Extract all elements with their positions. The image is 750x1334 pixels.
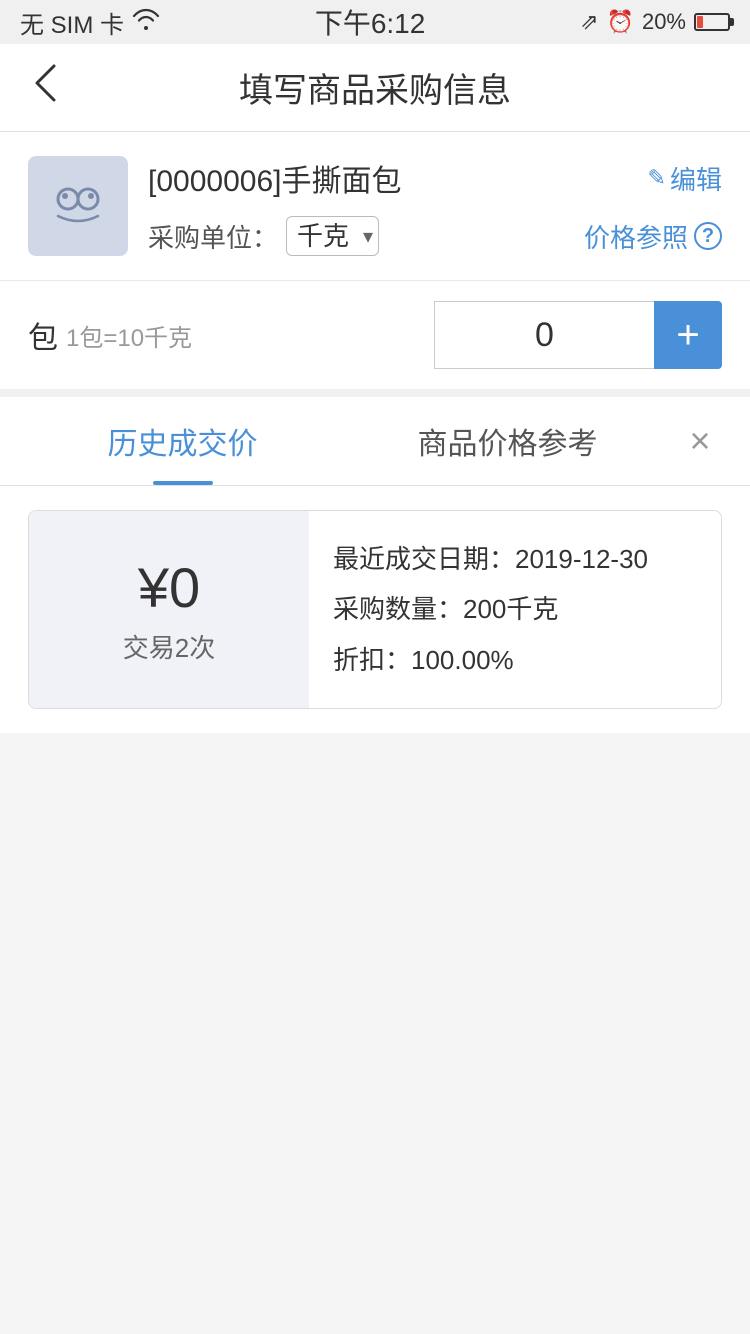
date-label: 最近成交日期：: [333, 544, 515, 574]
quantity-plus-button[interactable]: +: [654, 301, 722, 369]
price-detail-right: 最近成交日期：2019-12-30 采购数量：200千克 折扣：100.00%: [309, 511, 721, 708]
price-ref-button[interactable]: 价格参照 ?: [584, 218, 722, 255]
edit-label: 编辑: [670, 160, 722, 197]
quantity-control: 0 +: [434, 301, 722, 369]
battery-icon: [694, 13, 730, 31]
price-card: ¥0 交易2次 最近成交日期：2019-12-30 采购数量：200千克 折扣：…: [28, 510, 722, 709]
qty-value: 200千克: [463, 594, 558, 624]
quantity-unit: 包: [28, 313, 58, 357]
tab-price-reference[interactable]: 商品价格参考: [345, 397, 670, 485]
unit-select[interactable]: 千克 包: [286, 216, 379, 256]
price-card-section: ¥0 交易2次 最近成交日期：2019-12-30 采购数量：200千克 折扣：…: [0, 486, 750, 733]
sim-status: 无 SIM 卡: [20, 5, 124, 40]
qty-label: 采购数量：: [333, 594, 463, 624]
unit-select-wrap[interactable]: 千克 包 ▾: [286, 216, 379, 256]
product-info: [0000006]手撕面包 ✎ 编辑 采购单位： 千克 包 ▾: [148, 156, 722, 256]
quantity-row: 包 1包=10千克 0 +: [0, 281, 750, 397]
close-icon: ×: [689, 420, 710, 462]
tab-bar: 历史成交价 商品价格参考 ×: [0, 397, 750, 485]
product-name: [0000006]手撕面包: [148, 156, 401, 200]
unit-label: 采购单位： 千克 包 ▾: [148, 216, 379, 256]
price-ref-label: 价格参照: [584, 218, 688, 255]
nav-bar: 填写商品采购信息: [0, 44, 750, 132]
alarm-icon: ⏰: [607, 9, 634, 35]
tab-active-indicator: [153, 481, 213, 485]
status-bar: 无 SIM 卡 下午6:12 ⇗ ⏰ 20%: [0, 0, 750, 44]
discount-label: 折扣：: [333, 645, 411, 675]
quantity-label: 包 1包=10千克: [28, 313, 192, 357]
back-button[interactable]: [24, 54, 66, 121]
edit-icon: ✎: [648, 165, 666, 191]
tab-section: 历史成交价 商品价格参考 ×: [0, 397, 750, 486]
price-qty-row: 采购数量：200千克: [333, 591, 697, 627]
status-left: 无 SIM 卡: [20, 5, 160, 40]
edit-button[interactable]: ✎ 编辑: [648, 160, 722, 197]
trade-count: 交易2次: [123, 628, 215, 665]
product-card: [0000006]手撕面包 ✎ 编辑 采购单位： 千克 包 ▾: [0, 132, 750, 281]
tab-history-price[interactable]: 历史成交价: [20, 397, 345, 485]
tab-close-button[interactable]: ×: [670, 397, 730, 485]
price-discount-row: 折扣：100.00%: [333, 642, 697, 678]
battery-percent: 20%: [642, 9, 686, 35]
wifi-icon: [132, 8, 160, 37]
location-icon: ⇗: [580, 9, 598, 35]
price-ref-info-icon: ?: [694, 222, 722, 250]
price-date-row: 最近成交日期：2019-12-30: [333, 541, 697, 577]
main-content-area: [0, 733, 750, 1333]
price-amount: ¥0: [138, 555, 200, 620]
quantity-subtext: 1包=10千克: [66, 318, 192, 353]
page-title: 填写商品采购信息: [239, 63, 511, 112]
discount-value: 100.00%: [411, 645, 514, 675]
quantity-input[interactable]: 0: [434, 301, 654, 369]
price-summary-left: ¥0 交易2次: [29, 511, 309, 708]
status-time: 下午6:12: [315, 2, 426, 42]
date-value: 2019-12-30: [515, 544, 648, 574]
product-thumbnail: [28, 156, 128, 256]
status-right: ⇗ ⏰ 20%: [580, 9, 730, 35]
